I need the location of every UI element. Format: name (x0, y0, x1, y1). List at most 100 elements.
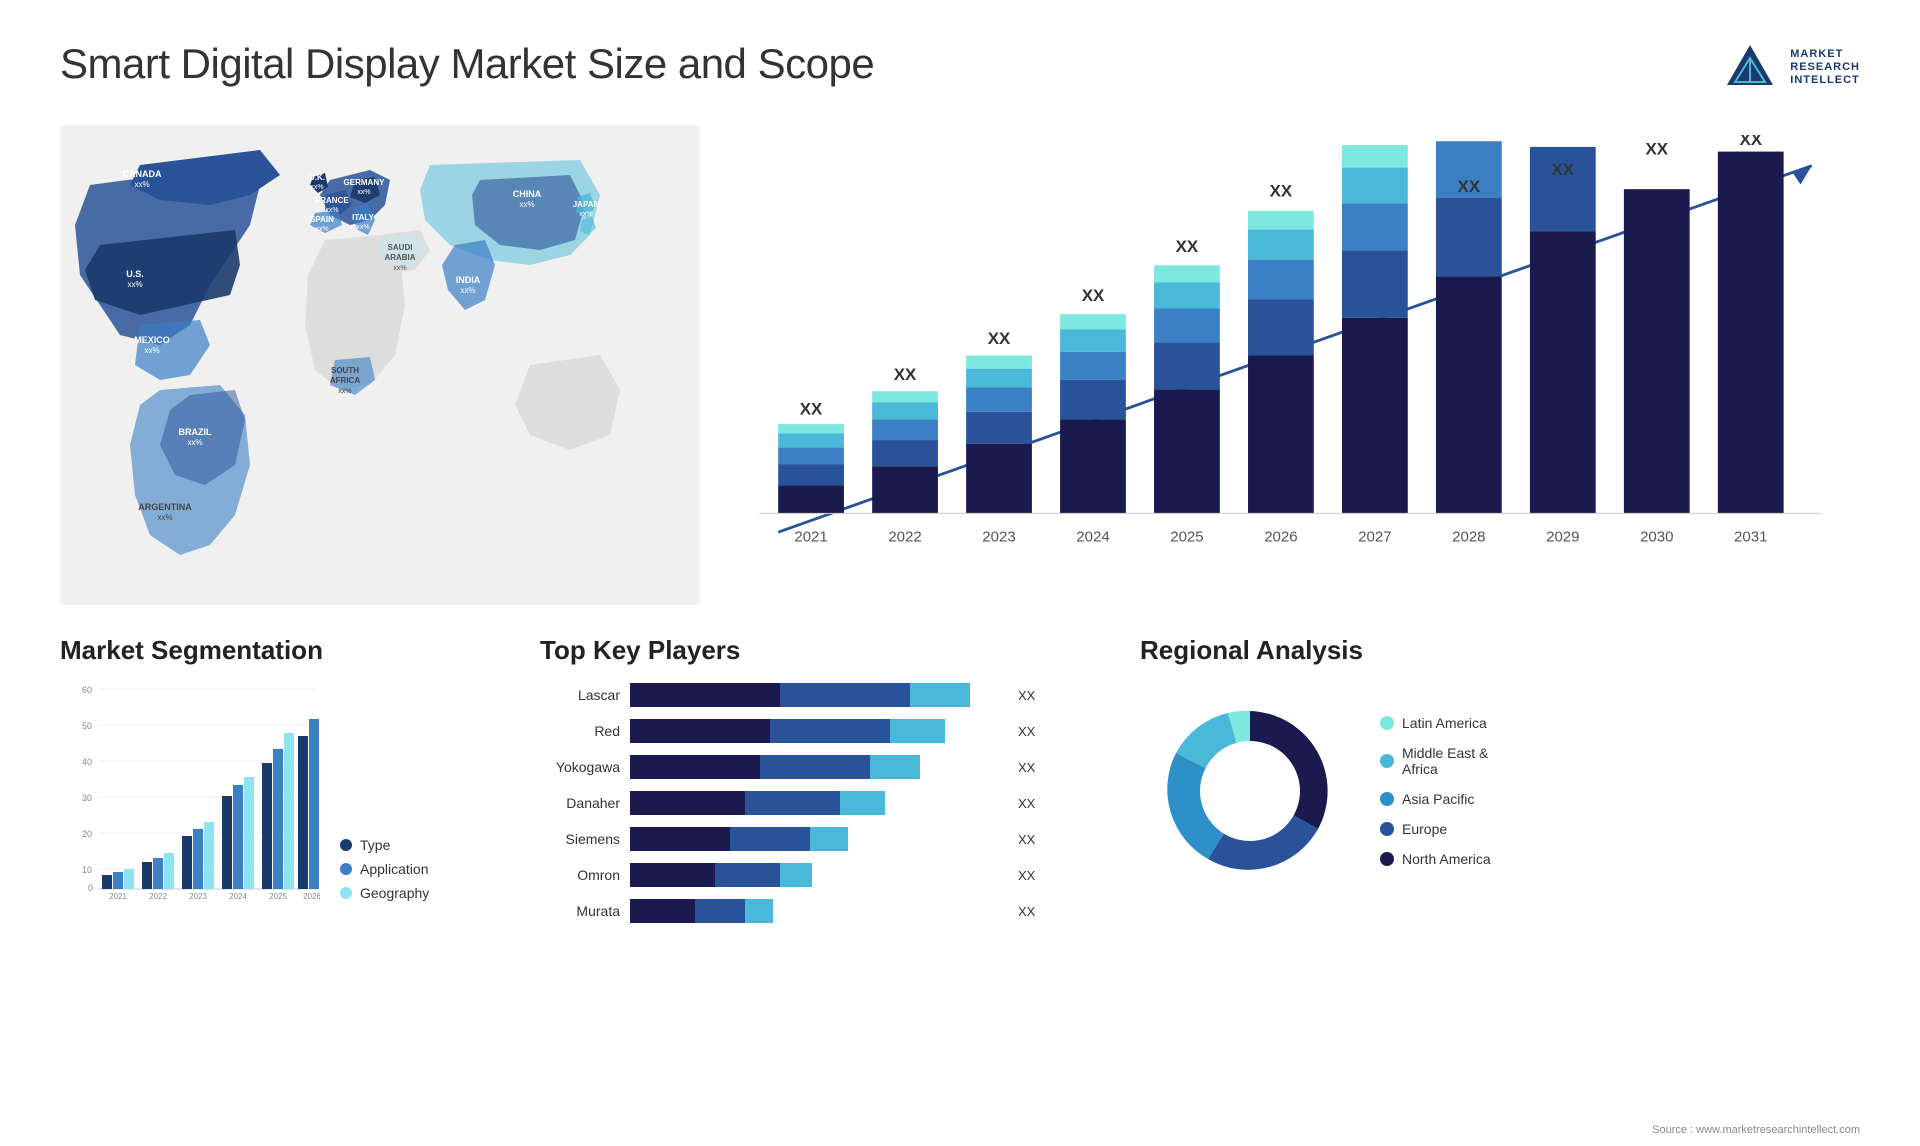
logo-line3: INTELLECT (1790, 74, 1860, 87)
segmentation-title: Market Segmentation (60, 635, 480, 666)
latin-america-dot (1380, 716, 1394, 730)
svg-text:2023: 2023 (189, 892, 207, 901)
svg-text:xx%: xx% (310, 184, 323, 191)
source-text: Source : www.marketresearchintellect.com (1652, 1124, 1860, 1136)
svg-text:2026: 2026 (1264, 529, 1297, 546)
players-title: Top Key Players (540, 635, 1100, 666)
page-title: Smart Digital Display Market Size and Sc… (60, 40, 874, 88)
players-bars: Lascar XX Red (540, 681, 1100, 925)
svg-text:GERMANY: GERMANY (344, 178, 386, 187)
asia-pacific-dot (1380, 792, 1394, 806)
player-bar: XX (630, 789, 1100, 817)
player-value: XX (1018, 796, 1035, 811)
regional-legend: Latin America Middle East &Africa Asia P… (1380, 715, 1491, 867)
player-name: Murata (540, 903, 620, 919)
list-item: Omron XX (540, 861, 1100, 889)
svg-text:2021: 2021 (794, 529, 827, 546)
svg-text:20: 20 (82, 829, 92, 839)
player-value: XX (1018, 832, 1035, 847)
player-value: XX (1018, 724, 1035, 739)
player-name: Lascar (540, 687, 620, 703)
svg-text:xx%: xx% (357, 189, 370, 196)
player-bar: XX (630, 717, 1100, 745)
list-item: Danaher XX (540, 789, 1100, 817)
svg-text:xx%: xx% (127, 280, 142, 289)
europe-dot (1380, 822, 1394, 836)
geography-dot (340, 887, 352, 899)
svg-text:XX: XX (1082, 286, 1105, 305)
list-item: Lascar XX (540, 681, 1100, 709)
segmentation-section: Market Segmentation 60 50 40 30 20 10 0 (60, 635, 480, 925)
svg-text:AFRICA: AFRICA (330, 376, 360, 385)
svg-text:2023: 2023 (982, 529, 1015, 546)
list-item: Siemens XX (540, 825, 1100, 853)
svg-text:xx%: xx% (519, 200, 534, 209)
svg-text:xx%: xx% (579, 211, 592, 218)
svg-text:2027: 2027 (1358, 529, 1391, 546)
donut-container: Latin America Middle East &Africa Asia P… (1140, 681, 1860, 901)
seg-geography: Geography (340, 885, 429, 901)
svg-text:xx%: xx% (338, 388, 351, 395)
svg-text:xx%: xx% (157, 513, 172, 522)
svg-text:CANADA: CANADA (123, 169, 162, 179)
logo-text: MARKET RESEARCH INTELLECT (1790, 48, 1860, 88)
seg-type-label: Type (360, 837, 390, 853)
svg-text:SOUTH: SOUTH (331, 366, 359, 375)
svg-text:xx%: xx% (325, 207, 338, 214)
svg-text:10: 10 (82, 865, 92, 875)
player-bar: XX (630, 681, 1100, 709)
player-value: XX (1018, 760, 1035, 775)
svg-text:FRANCE: FRANCE (315, 196, 349, 205)
svg-text:30: 30 (82, 793, 92, 803)
svg-text:xx%: xx% (134, 180, 149, 189)
seg-geography-label: Geography (360, 885, 429, 901)
seg-application-label: Application (360, 861, 429, 877)
svg-text:XX: XX (800, 400, 823, 419)
list-item: Murata XX (540, 897, 1100, 925)
list-item: Yokogawa XX (540, 753, 1100, 781)
world-map-svg: CANADA xx% U.S. xx% MEXICO xx% BRAZIL xx… (60, 125, 700, 605)
legend-europe: Europe (1380, 821, 1491, 837)
legend-latin-america: Latin America (1380, 715, 1491, 731)
segmentation-legend: Type Application Geography (340, 837, 429, 901)
seg-application: Application (340, 861, 429, 877)
growth-chart-section: XX XX XX XX (730, 125, 1860, 632)
player-bar: XX (630, 825, 1100, 853)
type-dot (340, 839, 352, 851)
svg-text:U.S.: U.S. (126, 269, 144, 279)
legend-north-america: North America (1380, 851, 1491, 867)
europe-label: Europe (1402, 821, 1447, 837)
growth-chart-svg: XX XX XX XX (750, 135, 1840, 582)
svg-text:40: 40 (82, 757, 92, 767)
map-section: CANADA xx% U.S. xx% MEXICO xx% BRAZIL xx… (60, 125, 700, 632)
svg-text:2021: 2021 (109, 892, 127, 901)
svg-text:ARGENTINA: ARGENTINA (138, 502, 192, 512)
svg-text:XX: XX (1645, 139, 1668, 158)
legend-mea: Middle East &Africa (1380, 745, 1491, 777)
svg-text:xx%: xx% (393, 265, 406, 272)
svg-text:XX: XX (1364, 135, 1387, 137)
player-bar: XX (630, 861, 1100, 889)
svg-text:50: 50 (82, 721, 92, 731)
list-item: Red XX (540, 717, 1100, 745)
player-value: XX (1018, 904, 1035, 919)
regional-section: Regional Analysis (1140, 635, 1860, 925)
svg-text:2025: 2025 (269, 892, 287, 901)
svg-text:xx%: xx% (460, 286, 475, 295)
svg-text:XX: XX (1270, 182, 1293, 201)
svg-text:2025: 2025 (1170, 529, 1203, 546)
svg-text:2022: 2022 (888, 529, 921, 546)
player-name: Danaher (540, 795, 620, 811)
player-bar: XX (630, 897, 1100, 925)
seg-type: Type (340, 837, 429, 853)
logo-icon (1723, 40, 1778, 95)
regional-title: Regional Analysis (1140, 635, 1860, 666)
svg-text:xx%: xx% (144, 346, 159, 355)
page-container: Smart Digital Display Market Size and Sc… (0, 0, 1920, 1146)
svg-text:INDIA: INDIA (456, 275, 481, 285)
north-america-label: North America (1402, 851, 1491, 867)
svg-text:XX: XX (1552, 160, 1575, 179)
svg-text:xx%: xx% (356, 224, 369, 231)
logo-line2: RESEARCH (1790, 61, 1860, 74)
svg-text:ITALY: ITALY (352, 213, 374, 222)
